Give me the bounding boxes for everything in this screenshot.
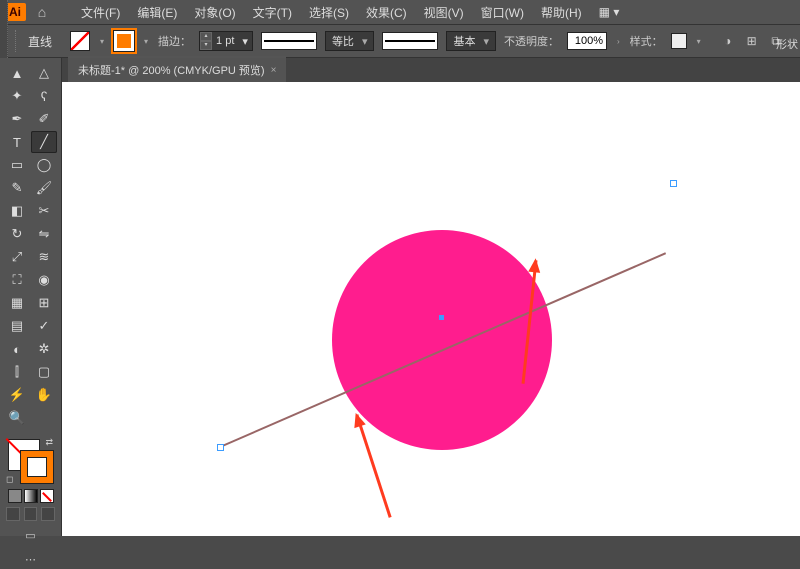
stroke-color-swatch[interactable] bbox=[21, 451, 53, 483]
recolor-icon[interactable]: ◑ bbox=[719, 32, 737, 50]
curvature-tool[interactable]: ✐ bbox=[31, 108, 57, 130]
width-tool[interactable]: ≋ bbox=[31, 246, 57, 268]
tools-panel: ▲△✦ʕ✒✐T╱▭◯✎🖌◧✂↻⇋⤢≋⛶◉▦⊞▤✓◐✲⫿▢⚡✋🔍 ⇄ ◻ ▭ ⋯ bbox=[0, 58, 62, 536]
free-transform-tool[interactable]: ⛶ bbox=[4, 269, 30, 291]
menu-help[interactable]: 帮助(H) bbox=[533, 1, 590, 24]
menu-view[interactable]: 视图(V) bbox=[416, 1, 472, 24]
pen-tool[interactable]: ✒ bbox=[4, 108, 30, 130]
options-grip[interactable] bbox=[10, 30, 16, 52]
artboard-tool[interactable]: ▢ bbox=[31, 361, 57, 383]
home-icon[interactable]: ⌂ bbox=[31, 3, 53, 21]
color-mode-gradient[interactable] bbox=[24, 489, 38, 503]
line-center-point[interactable] bbox=[439, 315, 444, 320]
edit-toolbar-icon[interactable]: ⋯ bbox=[19, 549, 43, 569]
profile-dropdown[interactable]: 等比▾ bbox=[325, 31, 375, 51]
style-label: 样式： bbox=[630, 33, 663, 49]
stroke-up-icon[interactable]: ▴ bbox=[200, 32, 212, 41]
align-icon[interactable]: ⊞ bbox=[743, 32, 761, 50]
stroke-down-icon[interactable]: ▾ bbox=[200, 41, 212, 50]
eraser-tool[interactable]: ◧ bbox=[4, 200, 30, 222]
menu-bar: Ai ⌂ 文件(F) 编辑(E) 对象(O) 文字(T) 选择(S) 效果(C)… bbox=[0, 0, 800, 24]
menu-object[interactable]: 对象(O) bbox=[186, 1, 243, 24]
menu-type[interactable]: 文字(T) bbox=[245, 1, 300, 24]
ellipse-shape[interactable] bbox=[332, 230, 552, 450]
draw-normal-icon[interactable] bbox=[6, 507, 20, 521]
profile-preview[interactable] bbox=[261, 32, 317, 50]
type-tool[interactable]: T bbox=[4, 131, 30, 153]
fill-swatch[interactable] bbox=[70, 31, 90, 51]
scale-tool[interactable]: ⤢ bbox=[4, 246, 30, 268]
default-fill-stroke-icon[interactable]: ◻ bbox=[6, 474, 13, 485]
paintbrush-tool[interactable]: ✎ bbox=[4, 177, 30, 199]
empty-slot bbox=[31, 407, 57, 429]
canvas[interactable] bbox=[62, 82, 800, 536]
draw-behind-icon[interactable] bbox=[24, 507, 38, 521]
shape-label[interactable]: 形状 bbox=[776, 36, 798, 52]
lasso-tool[interactable]: ʕ bbox=[31, 85, 57, 107]
line-endpoint-handle[interactable] bbox=[217, 444, 224, 451]
style-chevron-icon[interactable]: ▾ bbox=[695, 37, 703, 46]
swap-fill-stroke-icon[interactable]: ⇄ bbox=[45, 437, 53, 448]
opacity-input[interactable]: 100% bbox=[567, 32, 607, 50]
line-endpoint-handle[interactable] bbox=[670, 180, 677, 187]
eyedropper-tool[interactable]: ✓ bbox=[31, 315, 57, 337]
brush-dropdown[interactable]: 基本▾ bbox=[446, 31, 496, 51]
slice-tool[interactable]: ⚡ bbox=[4, 384, 30, 406]
scissors-tool[interactable]: ✂ bbox=[31, 200, 57, 222]
menu-arrange-icon[interactable]: ▦ ▾ bbox=[591, 2, 628, 22]
ellipse-tool[interactable]: ◯ bbox=[31, 154, 57, 176]
screen-mode-row bbox=[6, 507, 55, 521]
stroke-swatch[interactable] bbox=[114, 31, 134, 51]
blob-brush-tool[interactable]: 🖌 bbox=[31, 177, 57, 199]
color-mode-row bbox=[6, 489, 55, 503]
menu-file[interactable]: 文件(F) bbox=[73, 1, 128, 24]
close-tab-icon[interactable]: × bbox=[271, 65, 277, 76]
document-tab[interactable]: 未标题-1* @ 200% (CMYK/GPU 预览) × bbox=[68, 56, 286, 82]
stroke-dropdown-icon[interactable]: ▾ bbox=[142, 37, 150, 46]
direct-selection-tool[interactable]: △ bbox=[31, 62, 57, 84]
hand-tool[interactable]: ✋ bbox=[31, 384, 57, 406]
column-graph-tool[interactable]: ⫿ bbox=[4, 361, 30, 383]
blend-tool[interactable]: ◐ bbox=[4, 338, 30, 360]
reflect-tool[interactable]: ⇋ bbox=[31, 223, 57, 245]
style-swatch[interactable] bbox=[671, 33, 687, 49]
selection-tool[interactable]: ▲ bbox=[4, 62, 30, 84]
rectangle-tool[interactable]: ▭ bbox=[4, 154, 30, 176]
document-tab-title: 未标题-1* @ 200% (CMYK/GPU 预览) bbox=[78, 62, 265, 78]
symbol-sprayer-tool[interactable]: ✲ bbox=[31, 338, 57, 360]
zoom-tool[interactable]: 🔍 bbox=[4, 407, 30, 429]
opacity-chevron-icon[interactable]: › bbox=[615, 37, 622, 46]
shape-builder-tool[interactable]: ◉ bbox=[31, 269, 57, 291]
perspective-tool[interactable]: ▦ bbox=[4, 292, 30, 314]
color-mode-none[interactable] bbox=[40, 489, 54, 503]
menu-window[interactable]: 窗口(W) bbox=[473, 1, 532, 24]
menu-edit[interactable]: 编辑(E) bbox=[129, 1, 185, 24]
fill-stroke-control[interactable]: ⇄ ◻ bbox=[6, 437, 55, 485]
document-tab-bar: 未标题-1* @ 200% (CMYK/GPU 预览) × bbox=[0, 58, 800, 82]
line-tool[interactable]: ╱ bbox=[31, 131, 57, 153]
fill-dropdown-icon[interactable]: ▾ bbox=[98, 37, 106, 46]
rotate-tool[interactable]: ↻ bbox=[4, 223, 30, 245]
magic-wand-tool[interactable]: ✦ bbox=[4, 85, 30, 107]
options-bar: 直线 ▾ ▾ 描边： ▴▾ 1 pt ▾ 等比▾ 基本▾ 不透明度： 100% … bbox=[0, 24, 800, 58]
mesh-tool[interactable]: ⊞ bbox=[31, 292, 57, 314]
menu-effect[interactable]: 效果(C) bbox=[358, 1, 415, 24]
left-grab-handle[interactable] bbox=[0, 0, 8, 58]
menu-select[interactable]: 选择(S) bbox=[301, 1, 357, 24]
opacity-label: 不透明度： bbox=[504, 33, 559, 49]
tool-name-label: 直线 bbox=[28, 33, 52, 50]
stroke-label: 描边： bbox=[158, 33, 191, 49]
draw-inside-icon[interactable] bbox=[41, 507, 55, 521]
color-mode-solid[interactable] bbox=[8, 489, 22, 503]
screen-mode-button[interactable]: ▭ bbox=[19, 525, 43, 545]
stroke-weight-input[interactable]: ▴▾ 1 pt ▾ bbox=[199, 31, 253, 51]
brush-preview[interactable] bbox=[382, 32, 438, 50]
gradient-tool[interactable]: ▤ bbox=[4, 315, 30, 337]
